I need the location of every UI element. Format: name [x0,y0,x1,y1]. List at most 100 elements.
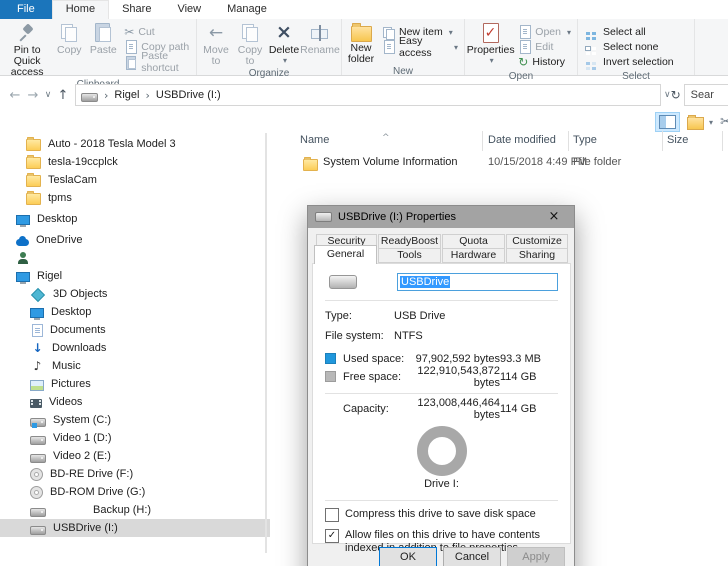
pin-to-quick-access-button[interactable]: Pin to Quick access [2,20,52,79]
column-header-name[interactable]: Name [300,134,329,146]
tab-file[interactable]: File [0,0,52,19]
paste-button[interactable]: Paste [86,20,120,57]
tab-manage[interactable]: Manage [214,0,280,19]
sidebar-item-backup-h[interactable]: Backup (H:) [0,501,270,519]
history-icon: ↻ [518,55,529,69]
sidebar-item-teslacam[interactable]: TeslaCam [0,171,270,189]
sidebar-item-bd-re-f[interactable]: BD-RE Drive (F:) [0,465,270,483]
sidebar-item-rigel[interactable]: Rigel [0,267,270,285]
computer-icon [16,271,30,284]
sidebar-item-desktop-2[interactable]: Desktop [0,303,270,321]
free-space-swatch-icon [325,371,336,382]
dialog-buttons: OK Cancel Apply [379,547,565,566]
select-none-button[interactable]: Select none [582,40,676,54]
drive-name-input[interactable]: USBDrive [397,273,558,291]
rename-button[interactable]: Rename [300,20,340,57]
close-icon[interactable]: × [541,206,567,228]
open-icon [520,25,532,39]
breadcrumb-item-rigel[interactable]: Rigel [114,89,139,101]
dialog-title-bar[interactable]: USBDrive (I:) Properties × [308,206,574,228]
back-button[interactable]: ← [6,88,24,103]
apply-button[interactable]: Apply [507,547,565,566]
delete-button[interactable]: × Delete ▾ [267,20,301,66]
sidebar-item-label: Video 1 (D:) [53,432,112,444]
copy-button[interactable]: Copy [52,20,86,57]
divider [325,300,558,301]
new-folder-button[interactable]: New folder [344,20,378,66]
column-header-size[interactable]: Size [667,134,688,146]
sidebar-item-system-c[interactable]: System (C:) [0,411,270,429]
column-divider[interactable] [568,131,569,151]
properties-dialog: USBDrive (I:) Properties × Security Read… [307,205,575,566]
tab-share[interactable]: Share [109,0,164,19]
sidebar-item-music[interactable]: ♪ Music [0,357,270,375]
refresh-button[interactable]: ↻ [671,88,681,102]
up-button[interactable]: ↑ [54,88,72,103]
paste-shortcut-icon [124,55,137,70]
sidebar-item-pictures[interactable]: Pictures [0,375,270,393]
recent-locations-button[interactable]: ∨ [42,90,54,100]
tab-customize[interactable]: Customize [506,234,568,249]
system-drive-icon [30,417,46,428]
free-space-label: Free space: [343,370,402,383]
column-divider[interactable] [662,131,663,151]
ribbon-group-new: New folder New item ▾ Easy access ▾ New [342,19,465,77]
tab-tools[interactable]: Tools [378,248,441,263]
column-header-type[interactable]: Type [573,134,597,146]
copy-to-button[interactable]: Copy to [233,20,267,68]
sidebar-item-3d-objects[interactable]: 3D Objects [0,285,270,303]
sidebar-item-user[interactable] [0,249,270,267]
search-text: Sear [690,89,714,101]
cut-button[interactable]: ✂ Cut [122,25,192,39]
sidebar-item-video-1-d[interactable]: Video 1 (D:) [0,429,270,447]
sidebar-scrollbar[interactable] [265,133,267,553]
sidebar-item-downloads[interactable]: ↓ Downloads [0,339,270,357]
ok-button[interactable]: OK [379,547,437,566]
edit-button[interactable]: Edit [516,40,573,54]
sidebar-item-onedrive[interactable]: OneDrive [0,231,270,249]
breadcrumb-item-usbdrive[interactable]: USBDrive (I:) [156,89,221,101]
sidebar-item-auto-2018-tesla-model-3[interactable]: Auto - 2018 Tesla Model 3 [0,135,270,153]
tab-general[interactable]: General [314,245,377,264]
index-checkbox[interactable]: ✓ [325,529,339,543]
invert-selection-button[interactable]: Invert selection [582,55,676,69]
column-divider[interactable] [482,131,483,151]
tab-sharing[interactable]: Sharing [506,248,568,263]
divider [325,393,558,394]
file-type: File folder [573,156,622,168]
sidebar-item-videos[interactable]: Videos [0,393,270,411]
paste-shortcut-button[interactable]: Paste shortcut [122,50,192,74]
sidebar-item-label: Downloads [52,342,107,354]
breadcrumb[interactable]: › Rigel › USBDrive (I:) [75,84,661,106]
column-divider[interactable] [722,131,723,151]
chevron-right-icon: › [104,88,109,102]
forward-button[interactable]: → [24,88,42,103]
column-header-date-modified[interactable]: Date modified [488,134,556,146]
search-input[interactable]: Sear [683,84,728,106]
select-all-button[interactable]: Select all [582,25,676,39]
address-dropdown-button[interactable]: ∨ [664,90,671,100]
easy-access-button[interactable]: Easy access ▾ [380,35,460,59]
used-space-bytes: 97,902,592 bytes [415,352,500,365]
sidebar-item-bd-rom-g[interactable]: BD-ROM Drive (G:) [0,483,270,501]
invert-selection-icon [586,62,590,65]
tab-view[interactable]: View [164,0,214,19]
sidebar-item-desktop[interactable]: Desktop [0,210,270,228]
sidebar-item-usbdrive-i[interactable]: USBDrive (I:) [0,519,270,537]
tab-quota[interactable]: Quota [442,234,505,249]
cancel-button[interactable]: Cancel [443,547,501,566]
drive-name-selected-text: USBDrive [400,276,451,288]
move-to-button[interactable]: ← Move to [199,20,233,68]
sidebar-item-documents[interactable]: Documents [0,321,270,339]
file-row-system-volume-information[interactable]: System Volume Information 10/15/2018 4:4… [270,153,728,173]
open-button[interactable]: Open ▾ [516,25,573,39]
properties-button[interactable]: Properties ▾ [467,20,515,66]
tab-readyboost[interactable]: ReadyBoost [378,234,441,249]
sidebar-item-tesla-19ccplck[interactable]: tesla-19ccplck [0,153,270,171]
compress-checkbox[interactable] [325,508,339,522]
history-button[interactable]: ↻ History [516,55,573,69]
sidebar-item-video-2-e[interactable]: Video 2 (E:) [0,447,270,465]
tab-hardware[interactable]: Hardware [442,248,505,263]
sidebar-item-tpms[interactable]: tpms [0,189,270,207]
tab-home[interactable]: Home [51,0,110,19]
